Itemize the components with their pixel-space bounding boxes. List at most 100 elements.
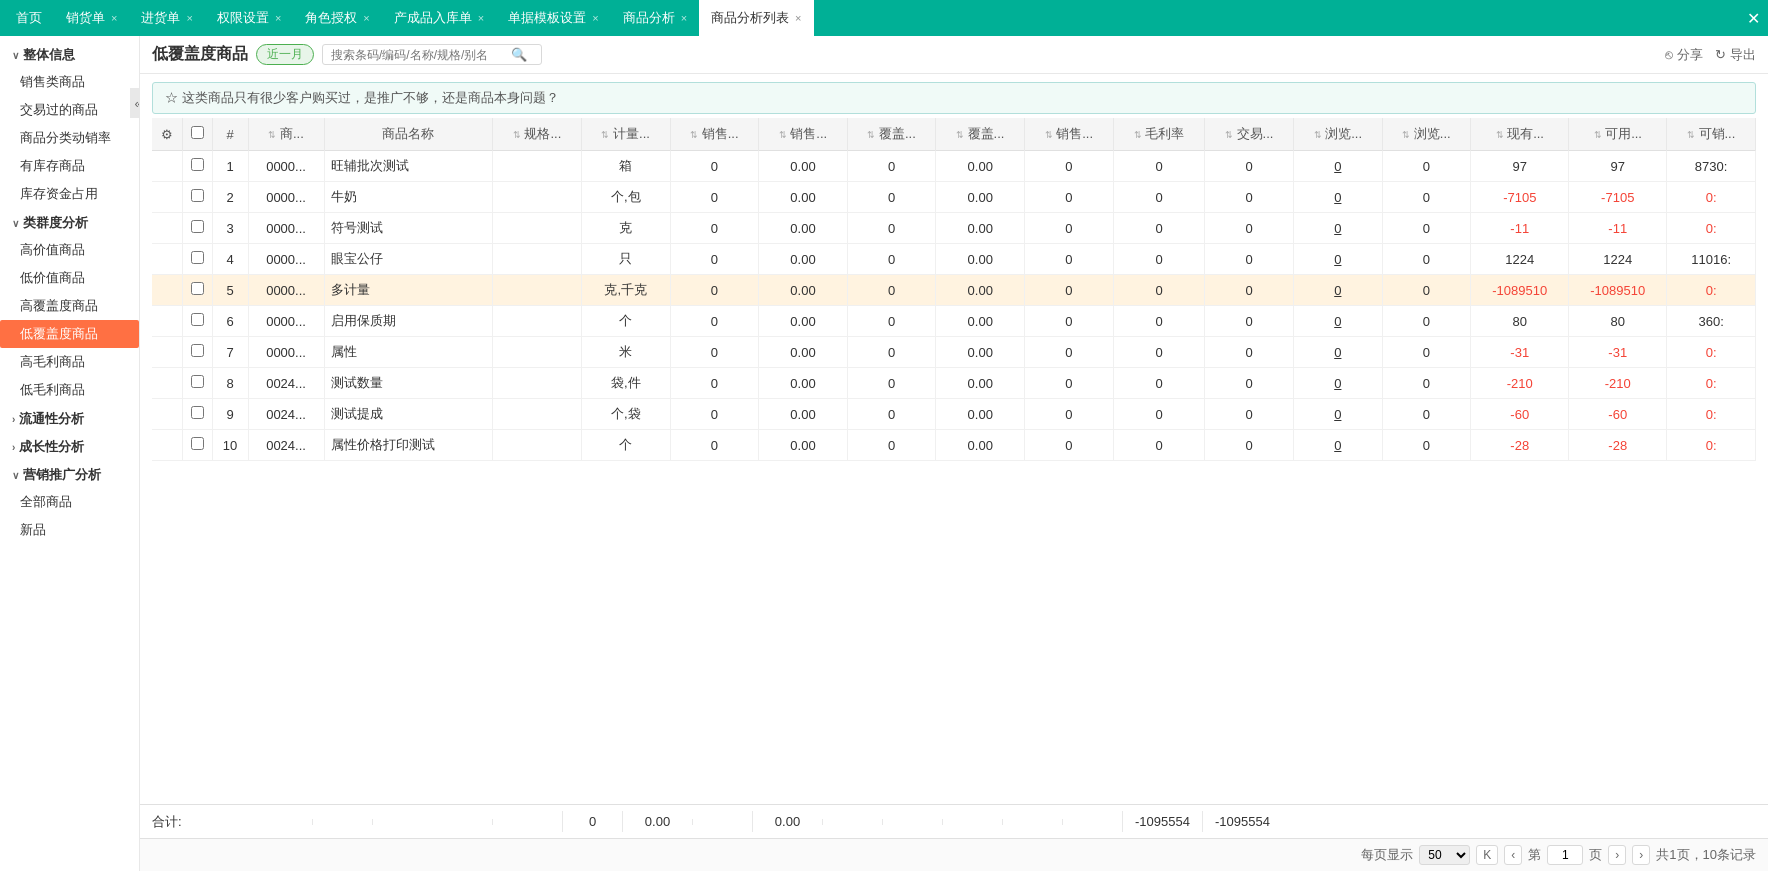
row-checkbox-cell[interactable] <box>182 275 212 306</box>
nav-finished-goods-close[interactable]: × <box>478 0 484 36</box>
sidebar-group-marketing[interactable]: ∨ 营销推广分析 <box>0 460 139 488</box>
sale3-column-header[interactable]: ⇅ 销售... <box>1025 118 1114 151</box>
sidebar-item-category-rate[interactable]: 商品分类动销率 <box>0 124 139 152</box>
sale-qty-column-header[interactable]: ⇅ 销售... <box>670 118 759 151</box>
row-browse1[interactable]: 0 <box>1294 275 1383 306</box>
sidebar-item-stocked-goods[interactable]: 有库存商品 <box>0 152 139 180</box>
export-button[interactable]: ↻ 导出 <box>1715 46 1756 64</box>
time-filter-button[interactable]: 近一月 <box>256 44 314 65</box>
name-column-header[interactable]: 商品名称 <box>324 118 493 151</box>
checkbox-column-header[interactable] <box>182 118 212 151</box>
row-checkbox[interactable] <box>191 251 204 264</box>
row-checkbox-cell[interactable] <box>182 306 212 337</box>
sort-icon-6: ⇅ <box>867 130 875 140</box>
nav-purchase[interactable]: 进货单 × <box>129 0 204 36</box>
sidebar-item-sales-goods[interactable]: 销售类商品 <box>0 68 139 96</box>
row-browse1[interactable]: 0 <box>1294 368 1383 399</box>
last-page-button[interactable]: › <box>1632 845 1650 865</box>
sidebar-collapse-button[interactable]: « <box>130 88 140 118</box>
nav-sales[interactable]: 销货单 × <box>54 0 129 36</box>
sidebar-group-growth[interactable]: › 成长性分析 <box>0 432 139 460</box>
nav-product-analysis-list[interactable]: 商品分析列表 × <box>699 0 813 36</box>
row-browse1[interactable]: 0 <box>1294 337 1383 368</box>
row-browse1[interactable]: 0 <box>1294 430 1383 461</box>
row-checkbox[interactable] <box>191 220 204 233</box>
sidebar-item-stock-capital[interactable]: 库存资金占用 <box>0 180 139 208</box>
share-button[interactable]: ⎋ 分享 <box>1665 46 1703 64</box>
prev-page-button[interactable]: ‹ <box>1504 845 1522 865</box>
per-page-select[interactable]: 50 20 100 200 <box>1419 845 1470 865</box>
row-checkbox-cell[interactable] <box>182 182 212 213</box>
row-checkbox[interactable] <box>191 375 204 388</box>
sidebar-item-traded-goods[interactable]: 交易过的商品 <box>0 96 139 124</box>
nav-template-settings[interactable]: 单据模板设置 × <box>496 0 610 36</box>
trade-column-header[interactable]: ⇅ 交易... <box>1205 118 1294 151</box>
sidebar-item-high-value[interactable]: 高价值商品 <box>0 236 139 264</box>
browse1-column-header[interactable]: ⇅ 浏览... <box>1294 118 1383 151</box>
row-checkbox-cell[interactable] <box>182 430 212 461</box>
row-checkbox[interactable] <box>191 313 204 326</box>
cover2-column-header[interactable]: ⇅ 覆盖... <box>936 118 1025 151</box>
nav-home[interactable]: 首页 <box>4 0 54 36</box>
row-checkbox[interactable] <box>191 406 204 419</box>
sidebar-item-new-goods[interactable]: 新品 <box>0 516 139 544</box>
saleable-column-header[interactable]: ⇅ 可销... <box>1667 118 1756 151</box>
row-checkbox-cell[interactable] <box>182 244 212 275</box>
row-checkbox[interactable] <box>191 437 204 450</box>
sidebar-item-high-coverage[interactable]: 高覆盖度商品 <box>0 292 139 320</box>
row-browse1[interactable]: 0 <box>1294 244 1383 275</box>
row-checkbox-cell[interactable] <box>182 151 212 182</box>
first-page-button[interactable]: K <box>1476 845 1498 865</box>
gross-column-header[interactable]: ⇅ 毛利率 <box>1113 118 1205 151</box>
current-column-header[interactable]: ⇅ 现有... <box>1471 118 1569 151</box>
row-browse1[interactable]: 0 <box>1294 151 1383 182</box>
row-browse1[interactable]: 0 <box>1294 399 1383 430</box>
sidebar-item-low-coverage[interactable]: 低覆盖度商品 <box>0 320 139 348</box>
row-checkbox-cell[interactable] <box>182 213 212 244</box>
nav-template-settings-close[interactable]: × <box>592 0 598 36</box>
sidebar-item-all-goods[interactable]: 全部商品 <box>0 488 139 516</box>
available-column-header[interactable]: ⇅ 可用... <box>1569 118 1667 151</box>
next-page-button[interactable]: › <box>1608 845 1626 865</box>
nav-product-analysis[interactable]: 商品分析 × <box>611 0 699 36</box>
nav-roles[interactable]: 角色授权 × <box>293 0 381 36</box>
nav-roles-close[interactable]: × <box>363 0 369 36</box>
unit-column-header[interactable]: ⇅ 计量... <box>581 118 670 151</box>
row-browse1[interactable]: 0 <box>1294 182 1383 213</box>
data-table-container[interactable]: ⚙ # ⇅ 商... 商品名称 ⇅ <box>140 118 1768 804</box>
nav-product-analysis-list-close[interactable]: × <box>795 0 801 36</box>
sidebar-item-low-value[interactable]: 低价值商品 <box>0 264 139 292</box>
nav-product-analysis-close[interactable]: × <box>681 0 687 36</box>
row-browse1[interactable]: 0 <box>1294 213 1383 244</box>
spec-column-header[interactable]: ⇅ 规格... <box>493 118 582 151</box>
sidebar-group-liquidity[interactable]: › 流通性分析 <box>0 404 139 432</box>
nav-purchase-close[interactable]: × <box>186 0 192 36</box>
nav-sales-close[interactable]: × <box>111 0 117 36</box>
window-close-button[interactable]: ✕ <box>1747 9 1760 28</box>
code-column-header[interactable]: ⇅ 商... <box>248 118 324 151</box>
page-number-input[interactable] <box>1547 845 1583 865</box>
settings-column-header[interactable]: ⚙ <box>152 118 182 151</box>
row-checkbox-cell[interactable] <box>182 337 212 368</box>
cover1-column-header[interactable]: ⇅ 覆盖... <box>847 118 936 151</box>
row-checkbox[interactable] <box>191 282 204 295</box>
row-checkbox[interactable] <box>191 344 204 357</box>
browse2-column-header[interactable]: ⇅ 浏览... <box>1382 118 1471 151</box>
row-checkbox-cell[interactable] <box>182 399 212 430</box>
sale-amt-column-header[interactable]: ⇅ 销售... <box>759 118 848 151</box>
sidebar-item-low-margin[interactable]: 低毛利商品 <box>0 376 139 404</box>
row-browse1[interactable]: 0 <box>1294 306 1383 337</box>
nav-finished-goods[interactable]: 产成品入库单 × <box>382 0 496 36</box>
row-checkbox-cell[interactable] <box>182 368 212 399</box>
row-checkbox[interactable] <box>191 189 204 202</box>
search-input[interactable] <box>331 48 511 62</box>
row-checkbox[interactable] <box>191 158 204 171</box>
row-browse2: 0 <box>1382 337 1471 368</box>
nav-permissions[interactable]: 权限设置 × <box>205 0 293 36</box>
sidebar-item-high-margin[interactable]: 高毛利商品 <box>0 348 139 376</box>
select-all-checkbox[interactable] <box>191 126 204 139</box>
nav-permissions-close[interactable]: × <box>275 0 281 36</box>
sidebar-group-overall[interactable]: ∨ 整体信息 <box>0 40 139 68</box>
row-sale-qty: 0 <box>670 182 759 213</box>
sidebar-group-cluster[interactable]: ∨ 类群度分析 <box>0 208 139 236</box>
